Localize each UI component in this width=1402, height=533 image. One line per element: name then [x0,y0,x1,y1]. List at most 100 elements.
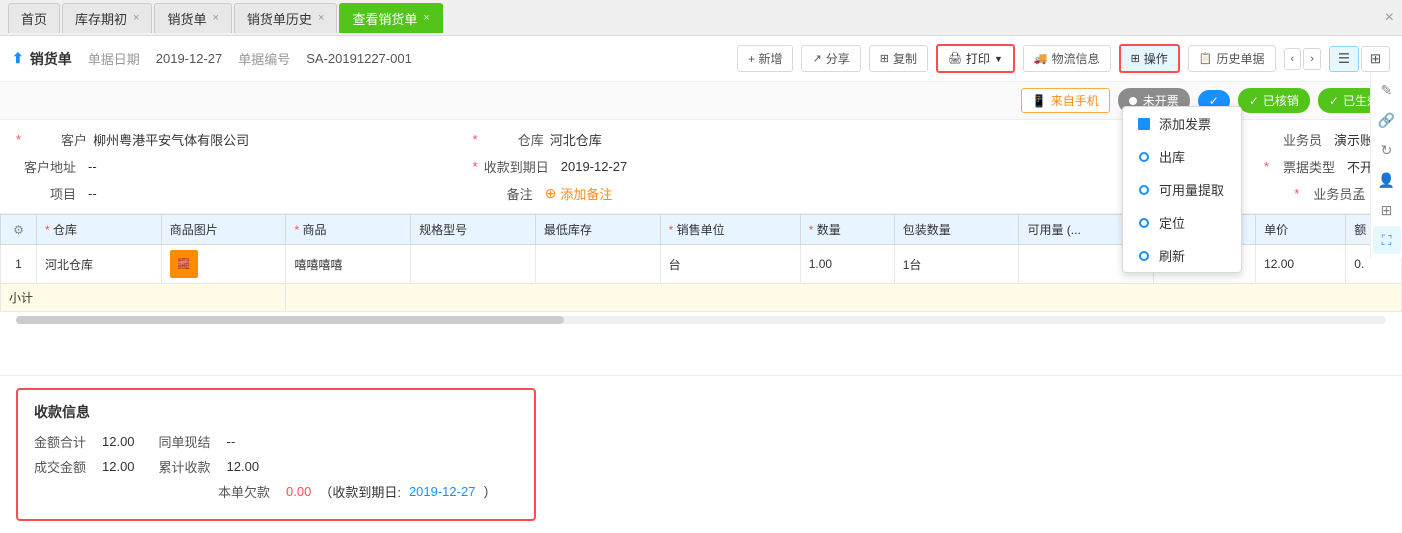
history-button[interactable]: 📋 历史单据 [1188,45,1276,72]
nav-prev[interactable]: ‹ [1284,48,1302,70]
total-amount-value: 12.00 [102,434,135,449]
payment-date-value[interactable]: 2019-12-27 [561,159,628,174]
row-unit-price: 12.00 [1256,245,1346,284]
payment-date-label: 收款到期日 [484,157,549,176]
available-qty-label: 可用量提取 [1159,180,1224,199]
arrears-item: 本单欠款 0.00 （收款到期日: 2019-12-27 ） [218,482,496,501]
from-mobile-button[interactable]: 📱 来自手机 [1021,88,1110,113]
settlement-value: -- [227,434,236,449]
copy-button[interactable]: ⊞ 复制 [869,45,928,72]
nav-next[interactable]: › [1303,48,1321,70]
col-unit: * 销售单位 [660,215,800,245]
nav-arrows: ‹ › [1284,48,1321,70]
logistics-button[interactable]: 🚚 物流信息 [1023,45,1111,72]
tab-bar: 首页 库存期初 × 销货单 × 销货单历史 × 查看销货单 × × [0,0,1402,36]
col-gear[interactable]: ⚙ [1,215,37,245]
view-grid-btn[interactable]: ⊞ [1361,46,1390,72]
doc-header: ⬆ 销货单 单据日期 2019-12-27 单据编号 SA-20191227-0… [0,36,1402,82]
address-value: -- [88,159,97,174]
refresh-label: 刷新 [1159,246,1185,265]
add-note-icon: ⊕ [545,185,557,202]
sidebar-link-icon[interactable]: 🔗 [1373,106,1401,134]
sidebar-edit-icon[interactable]: ✎ [1373,76,1401,104]
warehouse-value[interactable]: 河北仓库 [550,130,602,149]
note-label: 备注 [473,184,533,203]
bottom-section: 收款信息 金额合计 12.00 同单现结 -- 成交金额 12.00 [0,375,1402,533]
warehouse-required-mark: * [473,132,478,147]
payment-info-box: 收款信息 金额合计 12.00 同单现结 -- 成交金额 12.00 [16,388,536,521]
gear-icon[interactable]: ⚙ [13,223,24,237]
tab-home[interactable]: 首页 [8,3,60,33]
tab-sales-history-close[interactable]: × [318,12,324,24]
sidebar-table-icon[interactable]: ⊞ [1373,196,1401,224]
payment-date-field: * 收款到期日 2019-12-27 [473,157,930,176]
operate-icon: ⊞ [1131,52,1140,65]
menu-item-refresh[interactable]: 刷新 [1123,239,1241,272]
customer-required-mark: * [16,132,21,147]
print-button[interactable]: 🖨 打印 ▼ [936,44,1015,73]
arrears-label: 本单欠款 [218,482,278,501]
staff2-required: * [1294,186,1299,201]
sidebar-expand-icon[interactable]: ⛶ [1373,226,1401,254]
share-button[interactable]: ↗ 分享 [801,45,860,72]
warehouse-label: 仓库 [484,130,544,149]
window-close-icon[interactable]: × [1385,9,1394,27]
payment-row-2: 成交金额 12.00 累计收款 12.00 [34,457,518,476]
add-note-button[interactable]: ⊕ 添加备注 [545,184,613,203]
col-pack-qty: 包装数量 [894,215,1019,245]
row-qty: 1.00 [800,245,894,284]
deal-amount-item: 成交金额 12.00 [34,457,135,476]
horizontal-scrollbar[interactable] [0,312,1402,328]
locate-label: 定位 [1159,213,1185,232]
logistics-icon: 🚚 [1034,52,1048,65]
col-qty: * 数量 [800,215,894,245]
copy-icon: ⊞ [880,52,889,65]
project-field: 项目 -- [16,184,473,203]
tab-check-sales[interactable]: 查看销货单 × [339,3,442,33]
tab-sales-close[interactable]: × [212,12,218,24]
project-label: 项目 [16,184,76,203]
operate-button[interactable]: ⊞ 操作 [1119,44,1180,73]
doc-title-text: 销货单 [30,49,72,69]
tab-sales-history[interactable]: 销货单历史 × [234,3,337,33]
row-product[interactable]: 嘻嘻嘻嘻 [286,245,411,284]
view-list-btn[interactable]: ☰ [1329,46,1359,72]
outbound-label: 出库 [1159,147,1185,166]
date-value: 2019-12-27 [156,51,223,66]
tab-inventory-close[interactable]: × [133,12,139,24]
deal-amount-label: 成交金额 [34,457,94,476]
menu-item-add-invoice[interactable]: 添加发票 [1123,107,1241,140]
doc-title-area: ⬆ 销货单 [12,49,72,69]
menu-item-outbound[interactable]: 出库 [1123,140,1241,173]
row-product-img: 🧱 [161,245,286,284]
tab-sales[interactable]: 销货单 × [154,3,231,33]
payment-row-1: 金额合计 12.00 同单现结 -- [34,432,518,451]
locate-icon [1137,216,1151,230]
staff2-label: 业务员孟 [1305,184,1365,203]
collected-label: 累计收款 [159,457,219,476]
total-amount-label: 金额合计 [34,432,94,451]
effective-icon: ✓ [1329,94,1339,108]
menu-item-available-qty[interactable]: 可用量提取 [1123,173,1241,206]
sidebar-refresh-icon[interactable]: ↻ [1373,136,1401,164]
history-icon: 📋 [1199,52,1213,65]
collected-value: 12.00 [227,459,260,474]
tab-check-sales-label: 查看销货单 [352,9,417,28]
customer-field: * 客户 柳州粤港平安气体有限公司 [16,130,473,149]
sidebar-user-icon[interactable]: 👤 [1373,166,1401,194]
tab-check-sales-close[interactable]: × [423,12,429,24]
product-thumbnail: 🧱 [170,250,198,278]
subtotal-values [286,284,1402,312]
tab-sales-history-label: 销货单历史 [247,9,312,28]
menu-item-locate[interactable]: 定位 [1123,206,1241,239]
subtotal-row: 小计 [1,284,1402,312]
tab-inventory[interactable]: 库存期初 × [62,3,152,33]
sold-button[interactable]: ✓ 已核销 [1238,88,1310,113]
customer-value[interactable]: 柳州粤港平安气体有限公司 [93,130,249,149]
available-qty-icon [1137,183,1151,197]
total-amount-item: 金额合计 12.00 [34,432,135,451]
mobile-icon: 📱 [1032,94,1047,108]
refresh-icon [1137,249,1151,263]
new-button[interactable]: + 新增 [737,45,793,72]
operate-dropdown: 添加发票 出库 可用量提取 定位 [1122,106,1242,273]
